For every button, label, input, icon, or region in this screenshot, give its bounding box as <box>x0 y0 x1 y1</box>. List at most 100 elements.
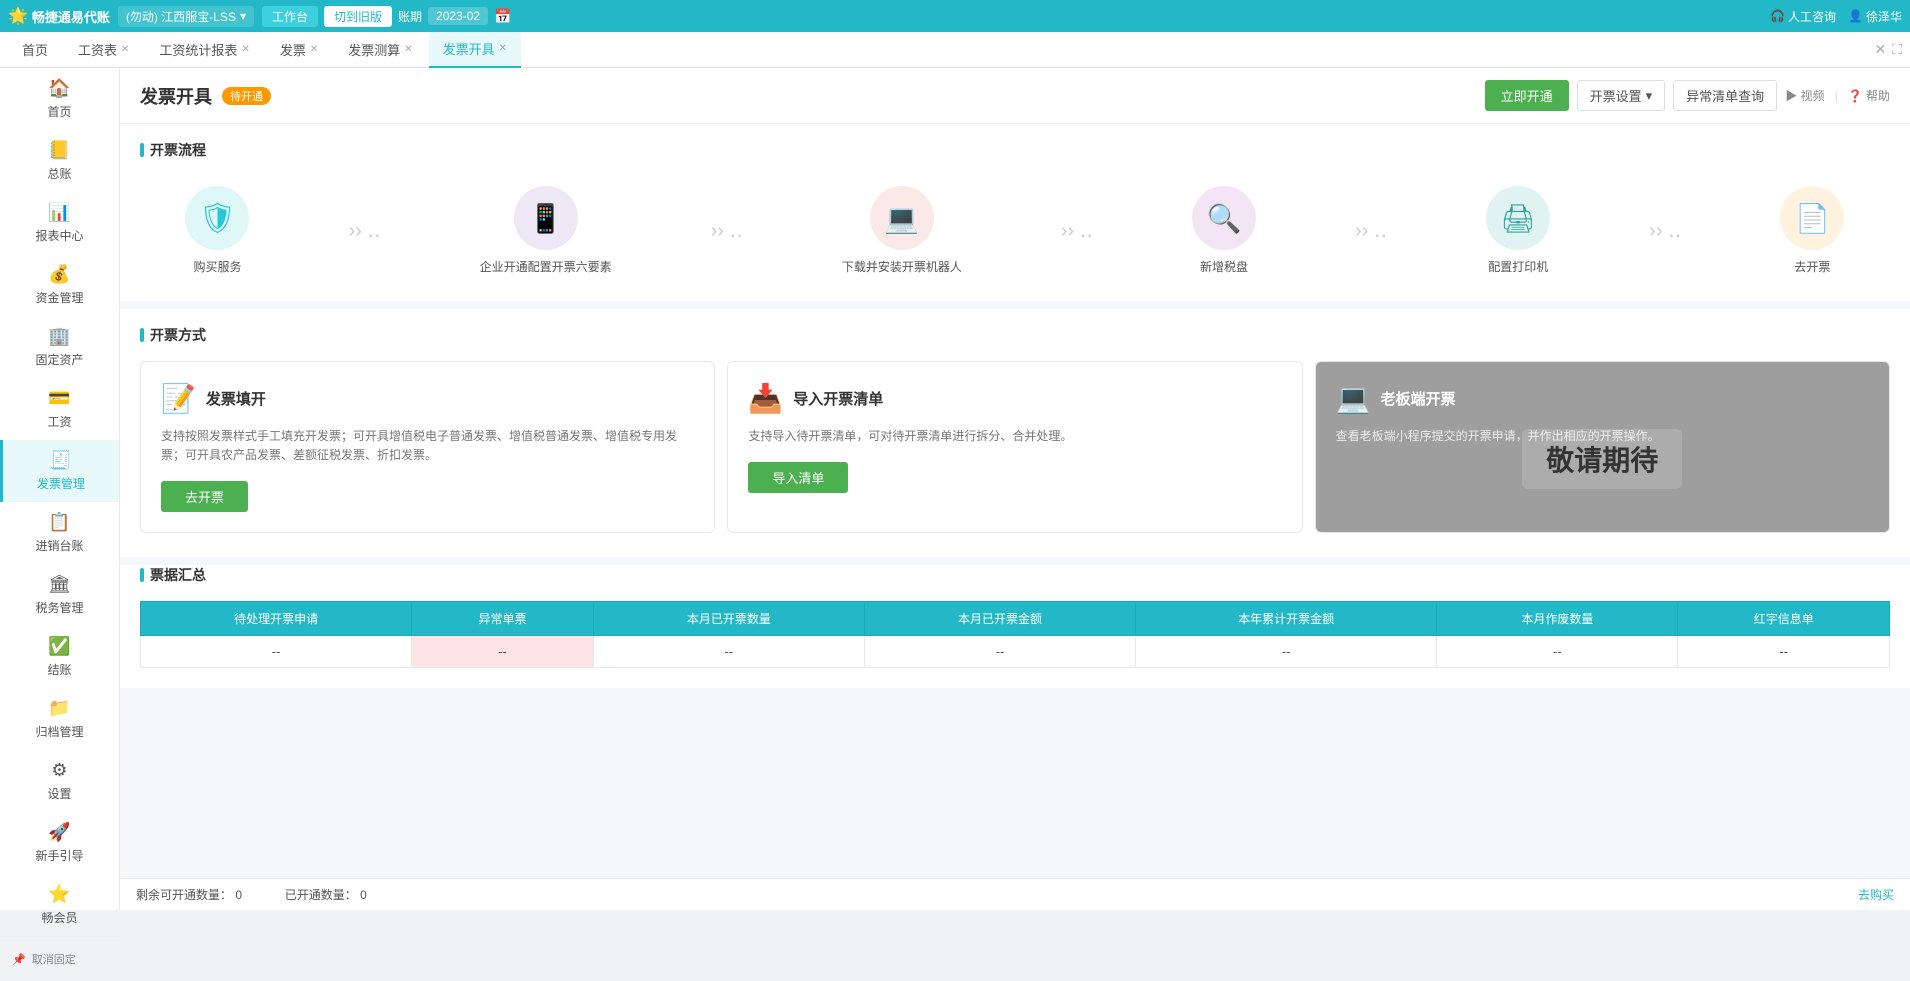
tab-salary-report[interactable]: 工资统计报表 ✕ <box>145 32 263 68</box>
cell-void-count: -- <box>1437 636 1678 668</box>
tab-salary-report-close[interactable]: ✕ <box>241 44 249 55</box>
flow-step-config: 📱 企业开通配置开票六要素 <box>480 186 612 275</box>
tab-salary-table-close[interactable]: ✕ <box>121 44 129 55</box>
sidebar-item-member[interactable]: ⭐ 畅会员 <box>0 874 119 936</box>
divider: | <box>1835 89 1838 103</box>
archive-icon: 📁 <box>48 698 70 719</box>
sidebar-item-fund[interactable]: 💰 资金管理 <box>0 254 119 316</box>
pin-toggle[interactable]: 📌 取消固定 <box>4 945 115 973</box>
go-open-ticket-button[interactable]: 去开票 <box>161 481 248 512</box>
summary-data-row: -- -- -- -- -- -- -- <box>141 636 1890 668</box>
cell-month-amount: -- <box>864 636 1135 668</box>
import-icon: 📥 <box>748 382 783 415</box>
status-badge: 待开通 <box>222 87 271 105</box>
method-desc-manual: 支持按照发票样式手工填充开发票；可开具增值税电子普通发票、增值税普通发票、增值税… <box>161 427 694 465</box>
method-card-old-terminal: 💻 老板端开票 查看老板端小程序提交的开票申请，并作出相应的开票操作。 敬请期待 <box>1315 361 1890 533</box>
flow-icon-buy[interactable]: 🛡 <box>185 186 249 250</box>
question-icon: ❓ <box>1848 89 1863 103</box>
flow-icon-printer[interactable]: 🖨 <box>1486 186 1550 250</box>
col-red-info: 红字信息单 <box>1678 602 1890 636</box>
open-now-button[interactable]: 立即开通 <box>1485 80 1569 111</box>
sidebar-item-tax[interactable]: 🏛 税务管理 <box>0 564 119 626</box>
method-title-import: 导入开票清单 <box>793 388 883 409</box>
period-value[interactable]: 2023-02 <box>428 7 488 25</box>
import-list-button[interactable]: 导入清单 <box>748 462 848 493</box>
period-label: 账期 <box>398 8 422 25</box>
video-help[interactable]: ▶ 视频 <box>1785 87 1824 104</box>
sidebar-item-general-ledger[interactable]: 📒 总账 <box>0 130 119 192</box>
tab-invoice-calc[interactable]: 发票测算 ✕ <box>334 32 426 68</box>
tab-invoice[interactable]: 发票 ✕ <box>266 32 332 68</box>
play-icon: ▶ <box>1785 89 1797 103</box>
flow-icon-open[interactable]: 📄 <box>1780 186 1844 250</box>
sidebar-item-settings[interactable]: ⚙ 设置 <box>0 750 119 812</box>
method-card-manual: 📝 发票填开 支持按照发票样式手工填充开发票；可开具增值税电子普通发票、增值税普… <box>140 361 715 533</box>
company-selector[interactable]: (勿动) 江西服宝-LSS ▾ <box>118 6 254 27</box>
nav-tabs: 首页 工资表 ✕ 工资统计报表 ✕ 发票 ✕ 发票测算 ✕ 发票开具 ✕ ✕ ⛶ <box>0 32 1910 68</box>
flow-step-buy: 🛡 购买服务 <box>185 186 249 275</box>
settings-button[interactable]: 开票设置 ▾ <box>1577 80 1666 111</box>
sidebar: 🏠 首页 📒 总账 📊 报表中心 💰 资金管理 🏢 固定资产 💳 工资 🧾 发票… <box>0 68 120 910</box>
document-icon: 📄 <box>1795 202 1830 235</box>
method-title-manual: 发票填开 <box>206 388 266 409</box>
tab-invoice-calc-close[interactable]: ✕ <box>404 44 412 55</box>
flow-label-taxdisk: 新增税盘 <box>1200 258 1248 275</box>
help-link[interactable]: ❓ 帮助 <box>1848 87 1890 104</box>
cell-abnormal[interactable]: -- <box>412 636 594 668</box>
page-title: 发票开具 <box>140 83 212 109</box>
calendar-icon[interactable]: 📅 <box>494 8 511 25</box>
manual-fill-icon: 📝 <box>161 382 196 415</box>
user-avatar[interactable]: 👤 徐泽华 <box>1848 8 1902 25</box>
flow-icon-taxdisk[interactable]: 🔍 <box>1192 186 1256 250</box>
cell-red-info: -- <box>1678 636 1890 668</box>
cell-year-amount: -- <box>1136 636 1437 668</box>
user-icon: 👤 <box>1848 9 1863 23</box>
top-bar: 🌟 畅捷通易代账 (勿动) 江西服宝-LSS ▾ 工作台 切到旧版 账期 202… <box>0 0 1910 32</box>
method-title-old: 老板端开票 <box>1381 388 1456 409</box>
opened-value: 0 <box>360 888 367 902</box>
method-section-title: 开票方式 <box>140 325 1890 345</box>
sidebar-item-reports[interactable]: 📊 报表中心 <box>0 192 119 254</box>
pin-icon: 📌 <box>12 953 26 966</box>
tab-home[interactable]: 首页 <box>8 32 62 68</box>
flow-step-printer: 🖨 配置打印机 <box>1486 186 1550 275</box>
col-abnormal: 异常单票 <box>412 602 594 636</box>
sidebar-item-archive[interactable]: 📁 归档管理 <box>0 688 119 750</box>
tab-salary-table[interactable]: 工资表 ✕ <box>64 32 143 68</box>
top-bar-right: 🎧 人工咨询 👤 徐泽华 <box>1770 8 1902 25</box>
customer-service[interactable]: 🎧 人工咨询 <box>1770 8 1836 25</box>
remaining-label: 剩余可开通数量： <box>136 888 232 902</box>
chevron-down-icon: ▾ <box>1646 88 1653 104</box>
method-header-import: 📥 导入开票清单 <box>748 382 1281 415</box>
invoice-mgmt-icon: 🧾 <box>50 450 72 471</box>
close-all-tabs[interactable]: ✕ <box>1874 41 1886 58</box>
switch-old-button[interactable]: 切到旧版 <box>324 6 392 27</box>
tab-invoice-tool[interactable]: 发票开具 ✕ <box>429 32 521 68</box>
workstation-button[interactable]: 工作台 <box>262 6 318 27</box>
buy-link[interactable]: 去购买 <box>1858 886 1894 903</box>
sidebar-item-guide[interactable]: 🚀 新手引导 <box>0 812 119 874</box>
tab-invoice-tool-close[interactable]: ✕ <box>499 43 507 54</box>
headset-icon: 🎧 <box>1770 9 1785 23</box>
sidebar-item-salary[interactable]: 💳 工资 <box>0 378 119 440</box>
sidebar-bottom: 📌 取消固定 <box>0 936 119 981</box>
search-icon: 🔍 <box>1207 202 1242 235</box>
restore-icon[interactable]: ⛶ <box>1892 41 1902 58</box>
chevron-down-icon: ▾ <box>240 9 246 23</box>
sidebar-item-invoice-mgmt[interactable]: 🧾 发票管理 <box>0 440 119 502</box>
flow-icon-config[interactable]: 📱 <box>514 186 578 250</box>
sidebar-item-sales-ledger[interactable]: 📋 进销台账 <box>0 502 119 564</box>
method-section: 开票方式 📝 发票填开 支持按照发票样式手工填充开发票；可开具增值税电子普通发票… <box>120 309 1910 557</box>
abnormal-query-button[interactable]: 异常清单查询 <box>1673 80 1777 111</box>
cell-month-count: -- <box>593 636 864 668</box>
sidebar-item-checkout[interactable]: ✅ 结账 <box>0 626 119 688</box>
summary-table: 待处理开票申请 异常单票 本月已开票数量 本月已开票金额 本年累计开票金额 本月… <box>140 601 1890 668</box>
tab-invoice-close[interactable]: ✕ <box>310 44 318 55</box>
flow-icon-download[interactable]: 💻 <box>870 186 934 250</box>
sidebar-item-fixed-assets[interactable]: 🏢 固定资产 <box>0 316 119 378</box>
sidebar-item-home[interactable]: 🏠 首页 <box>0 68 119 130</box>
flow-section-title: 开票流程 <box>140 140 1890 160</box>
header-right-actions: ▶ 视频 | ❓ 帮助 <box>1785 87 1890 104</box>
assets-icon: 🏢 <box>48 326 70 347</box>
cell-pending[interactable]: -- <box>141 636 412 668</box>
